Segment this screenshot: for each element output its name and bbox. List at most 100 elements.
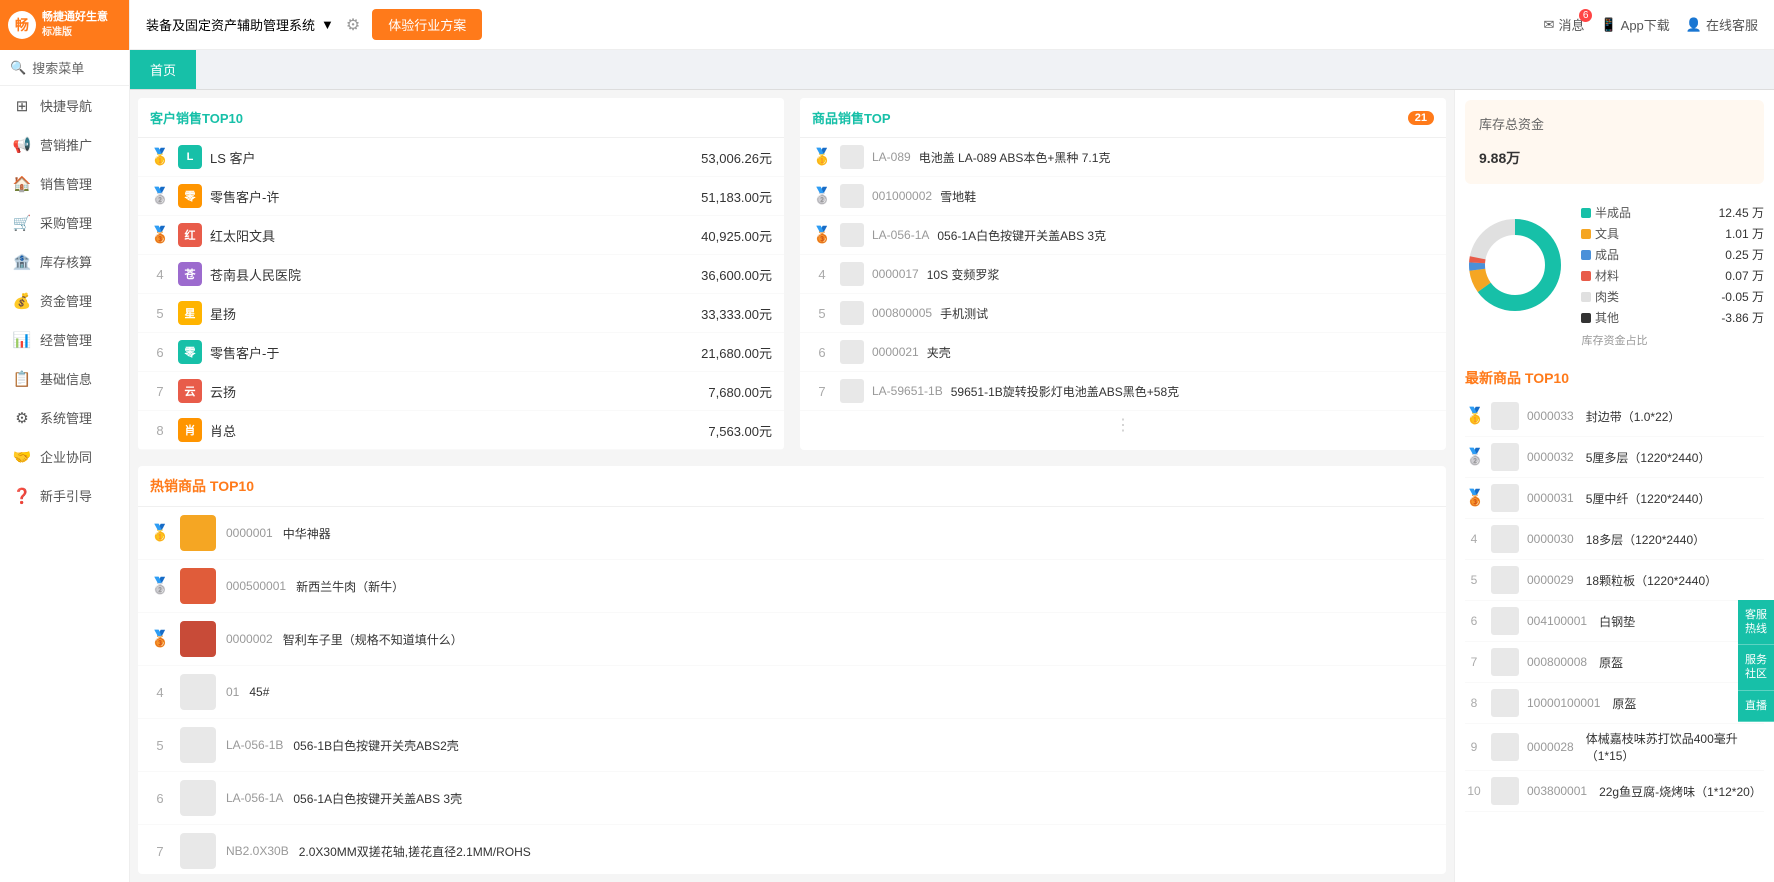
system-title-select[interactable]: 装备及固定资产辅助管理系统 ▼ — [146, 15, 334, 34]
nav-label: 基础信息 — [40, 369, 92, 388]
new-products-section: 最新商品 TOP10 🥇 0000033 封边带（1.0*22） 🥈 00000… — [1455, 360, 1774, 820]
table-row: 5 000800005 手机测试 — [800, 294, 1446, 333]
app-download-button[interactable]: 📱 App下载 — [1600, 15, 1669, 34]
sidebar: 畅 畅捷通好生意 标准版 🔍 搜索菜单 ⊞快捷导航📢营销推广🏠销售管理🛒采购管理… — [0, 0, 130, 882]
sidebar-item-营销推广[interactable]: 📢营销推广 — [0, 125, 129, 164]
product-code: 001000002 — [872, 189, 932, 203]
rank-medal: 🥈 — [1465, 447, 1483, 467]
rank-medal: 🥉 — [150, 225, 170, 245]
sidebar-item-库存核算[interactable]: 🏦库存核算 — [0, 242, 129, 281]
rank-medal: 🥇 — [1465, 406, 1483, 426]
sidebar-item-新手引导[interactable]: ❓新手引导 — [0, 476, 129, 515]
sidebar-item-系统管理[interactable]: ⚙系统管理 — [0, 398, 129, 437]
product-code: 0000032 — [1527, 450, 1574, 464]
new-product-row: 6 004100001 白钢垫 — [1465, 601, 1764, 642]
table-row: 🥇 L LS 客户 53,006.26元 — [138, 138, 784, 177]
scroll-indicator: ⋮ — [800, 411, 1446, 439]
float-button[interactable]: 直播 — [1738, 691, 1774, 722]
product-code: 0000031 — [1527, 491, 1574, 505]
legend-name: 材料 — [1595, 267, 1725, 284]
product-name: 5厘中纤（1220*2440） — [1586, 490, 1764, 507]
product-code: 0000033 — [1527, 409, 1574, 423]
search-menu[interactable]: 🔍 搜索菜单 — [0, 50, 129, 86]
new-product-row: 8 10000100001 原盔 — [1465, 683, 1764, 724]
sidebar-item-企业协同[interactable]: 🤝企业协同 — [0, 437, 129, 476]
product-code: 0000002 — [226, 632, 273, 646]
product-count-badge: 21 — [1408, 111, 1434, 125]
legend-item: 文具 1.01 万 — [1581, 223, 1764, 244]
product-name: 智利车子里（规格不知道填什么） — [283, 631, 1434, 648]
customer-avatar: 肖 — [178, 418, 202, 442]
hot-products-header: 热销商品 TOP10 — [138, 466, 1446, 507]
new-product-row: 4 0000030 18多层（1220*2440） — [1465, 519, 1764, 560]
rank-number: 6 — [150, 791, 170, 806]
message-icon: ✉ — [1544, 17, 1555, 33]
sidebar-item-资金管理[interactable]: 💰资金管理 — [0, 281, 129, 320]
legend-value: 1.01 万 — [1725, 225, 1764, 242]
hot-products-section: 热销商品 TOP10 🥇 0000001 中华神器 🥈 000500001 新西… — [138, 466, 1446, 874]
sidebar-item-销售管理[interactable]: 🏠销售管理 — [0, 164, 129, 203]
nav-icon: 🛒 — [12, 214, 32, 232]
sidebar-item-采购管理[interactable]: 🛒采购管理 — [0, 203, 129, 242]
online-service-button[interactable]: 👤 在线客服 — [1686, 15, 1758, 34]
table-row: 🥈 零 零售客户-许 51,183.00元 — [138, 177, 784, 216]
product-image-placeholder — [1491, 777, 1519, 805]
chart-footer: 库存资金占比 — [1465, 328, 1764, 352]
customer-avatar: 零 — [178, 184, 202, 208]
product-name: 5厘多层（1220*2440） — [1586, 449, 1764, 466]
legend-item: 肉类 -0.05 万 — [1581, 286, 1764, 307]
legend-name: 文具 — [1595, 225, 1725, 242]
table-row: 6 零 零售客户-于 21,680.00元 — [138, 333, 784, 372]
product-image-placeholder — [1491, 733, 1519, 761]
product-image-placeholder — [180, 674, 216, 710]
rank-number: 5 — [1465, 573, 1483, 587]
rank-number: 10 — [1465, 784, 1483, 798]
nav-icon: ❓ — [12, 487, 32, 505]
product-name: 18多层（1220*2440） — [1586, 531, 1764, 548]
inventory-value: 9.88万 — [1479, 139, 1750, 170]
sidebar-item-经营管理[interactable]: 📊经营管理 — [0, 320, 129, 359]
inventory-total: 库存总资金 9.88万 — [1465, 100, 1764, 184]
rank-number: 5 — [150, 306, 170, 321]
messages-button[interactable]: ✉ 消息 6 — [1544, 15, 1585, 34]
product-name: 59651-1B旋转投影灯电池盖ABS黑色+58克 — [951, 383, 1179, 400]
new-product-row: 🥉 0000031 5厘中纤（1220*2440） — [1465, 478, 1764, 519]
product-name: 中华神器 — [283, 525, 1434, 542]
logo-icon: 畅 — [8, 11, 36, 39]
new-product-row: 🥇 0000033 封边带（1.0*22） — [1465, 396, 1764, 437]
hot-product-row: 🥈 000500001 新西兰牛肉（新牛） — [138, 560, 1446, 613]
customer-name: LS 客户 — [210, 148, 693, 167]
product-image-placeholder — [840, 262, 864, 286]
customer-avatar: 零 — [178, 340, 202, 364]
product-code: LA-59651-1B — [872, 384, 943, 398]
sidebar-item-基础信息[interactable]: 📋基础信息 — [0, 359, 129, 398]
customer-avatar: 红 — [178, 223, 202, 247]
sidebar-item-快捷导航[interactable]: ⊞快捷导航 — [0, 86, 129, 125]
rank-medal: 🥉 — [150, 629, 170, 649]
product-image-placeholder — [1491, 689, 1519, 717]
customer-name: 苍南县人民医院 — [210, 265, 693, 284]
rank-number: 8 — [1465, 696, 1483, 710]
product-sold-rows: 🥇 LA-089 电池盖 LA-089 ABS本色+黑种 7.1克 🥈 0010… — [800, 138, 1446, 411]
phone-icon: 📱 — [1600, 17, 1616, 33]
float-button[interactable]: 客服 热线 — [1738, 600, 1774, 646]
new-product-row: 🥈 0000032 5厘多层（1220*2440） — [1465, 437, 1764, 478]
nav-icon: 🏦 — [12, 253, 32, 271]
product-name: 45# — [249, 685, 1434, 699]
customer-amount: 53,006.26元 — [701, 148, 772, 167]
rank-number: 5 — [812, 306, 832, 321]
trial-button[interactable]: 体验行业方案 — [372, 9, 482, 40]
float-button[interactable]: 服务 社区 — [1738, 645, 1774, 691]
product-image-placeholder — [840, 301, 864, 325]
chart-container: 半成品 12.45 万 文具 1.01 万 成品 0.25 万 材料 0.07 … — [1465, 202, 1764, 328]
product-image — [180, 515, 216, 551]
main-area: 装备及固定资产辅助管理系统 ▼ ⚙ 体验行业方案 ✉ 消息 6 📱 App下载 … — [130, 0, 1774, 882]
customer-amount: 21,680.00元 — [701, 343, 772, 362]
product-image-placeholder — [180, 780, 216, 816]
search-icon: 🔍 — [10, 60, 26, 76]
settings-icon[interactable]: ⚙ — [346, 15, 360, 35]
topbar-right: ✉ 消息 6 📱 App下载 👤 在线客服 — [1544, 15, 1758, 34]
product-image-placeholder — [1491, 566, 1519, 594]
new-product-row: 9 0000028 体械嘉枝味苏打饮品400毫升（1*15） — [1465, 724, 1764, 771]
tab-home[interactable]: 首页 — [130, 50, 196, 89]
